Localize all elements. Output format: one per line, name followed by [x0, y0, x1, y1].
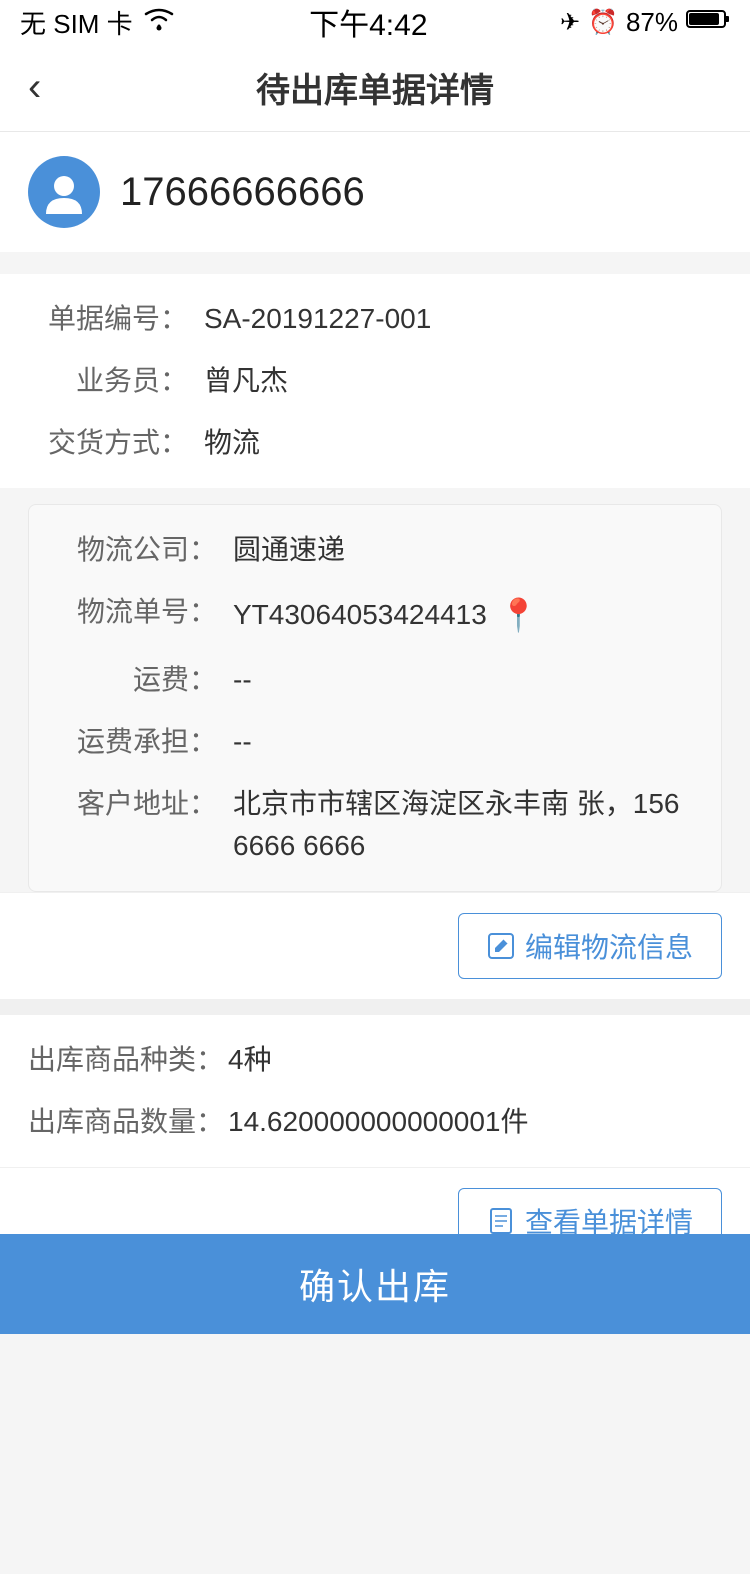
logistics-card: 物流公司： 圆通速递 物流单号： YT43064053424413 📍 运费： … [28, 504, 722, 892]
delivery-label: 交货方式： [28, 422, 188, 464]
goods-quantity-row: 出库商品数量： 14.620000000000001件 [28, 1101, 722, 1143]
location-icon: ✈ [560, 8, 580, 37]
salesman-row: 业务员： 曾凡杰 [28, 360, 722, 402]
edit-icon [487, 932, 515, 960]
goods-quantity-value: 14.620000000000001件 [228, 1101, 722, 1143]
status-left: 无 SIM 卡 [20, 4, 177, 41]
location-pin-icon[interactable]: 📍 [499, 591, 539, 639]
salesman-label: 业务员： [28, 360, 188, 402]
dashed-separator [0, 252, 750, 258]
customer-avatar [28, 156, 100, 228]
goods-types-label: 出库商品种类： [28, 1039, 228, 1081]
time-text: 下午4:42 [309, 0, 427, 44]
delivery-row: 交货方式： 物流 [28, 422, 722, 464]
goods-types-row: 出库商品种类： 4种 [28, 1039, 722, 1081]
battery-text: 87% [626, 7, 678, 38]
back-button[interactable]: ‹ [28, 65, 41, 110]
freight-row: 运费： -- [57, 659, 693, 701]
alarm-icon: ⏰ [588, 8, 618, 37]
confirm-btn-area: 确认出库 [0, 1234, 750, 1334]
logistics-company-label: 物流公司： [57, 529, 217, 571]
goods-quantity-label: 出库商品数量： [28, 1101, 228, 1143]
freight-bear-label: 运费承担： [57, 721, 217, 763]
freight-label: 运费： [57, 659, 217, 701]
order-no-value: SA-20191227-001 [188, 298, 722, 340]
battery-icon [686, 7, 730, 38]
salesman-value: 曾凡杰 [188, 360, 722, 402]
logistics-company-value: 圆通速递 [217, 529, 693, 571]
document-icon [487, 1207, 515, 1235]
delivery-value: 物流 [188, 422, 722, 464]
carrier-text: 无 SIM 卡 [20, 4, 133, 41]
section-divider [0, 999, 750, 1015]
status-bar: 无 SIM 卡 下午4:42 ✈ ⏰ 87% [0, 0, 750, 44]
freight-bear-row: 运费承担： -- [57, 721, 693, 763]
wifi-icon [141, 6, 177, 39]
goods-section: 出库商品种类： 4种 出库商品数量： 14.620000000000001件 [0, 1015, 750, 1167]
logistics-tracking-label: 物流单号： [57, 591, 217, 633]
freight-value: -- [217, 659, 693, 701]
order-info-section: 单据编号： SA-20191227-001 业务员： 曾凡杰 交货方式： 物流 [0, 274, 750, 488]
edit-logistics-button[interactable]: 编辑物流信息 [458, 913, 722, 979]
address-label: 客户地址： [57, 783, 217, 825]
customer-header: 17666666666 [0, 132, 750, 252]
logistics-tracking-row: 物流单号： YT43064053424413 📍 [57, 591, 693, 639]
goods-types-value: 4种 [228, 1039, 722, 1081]
page-title: 待出库单据详情 [256, 63, 494, 112]
address-row: 客户地址： 北京市市辖区海淀区永丰南 张，156 6666 6666 [57, 783, 693, 867]
order-no-label: 单据编号： [28, 298, 188, 340]
logistics-tracking-value: YT43064053424413 📍 [217, 591, 693, 639]
person-icon [42, 170, 86, 214]
freight-bear-value: -- [217, 721, 693, 763]
address-value: 北京市市辖区海淀区永丰南 张，156 6666 6666 [217, 783, 693, 867]
order-no-row: 单据编号： SA-20191227-001 [28, 298, 722, 340]
status-right: ✈ ⏰ 87% [560, 7, 730, 38]
nav-bar: ‹ 待出库单据详情 [0, 44, 750, 132]
confirm-outbound-button[interactable]: 确认出库 [299, 1258, 451, 1310]
edit-btn-container: 编辑物流信息 [0, 892, 750, 999]
logistics-company-row: 物流公司： 圆通速递 [57, 529, 693, 571]
customer-phone: 17666666666 [120, 170, 365, 215]
